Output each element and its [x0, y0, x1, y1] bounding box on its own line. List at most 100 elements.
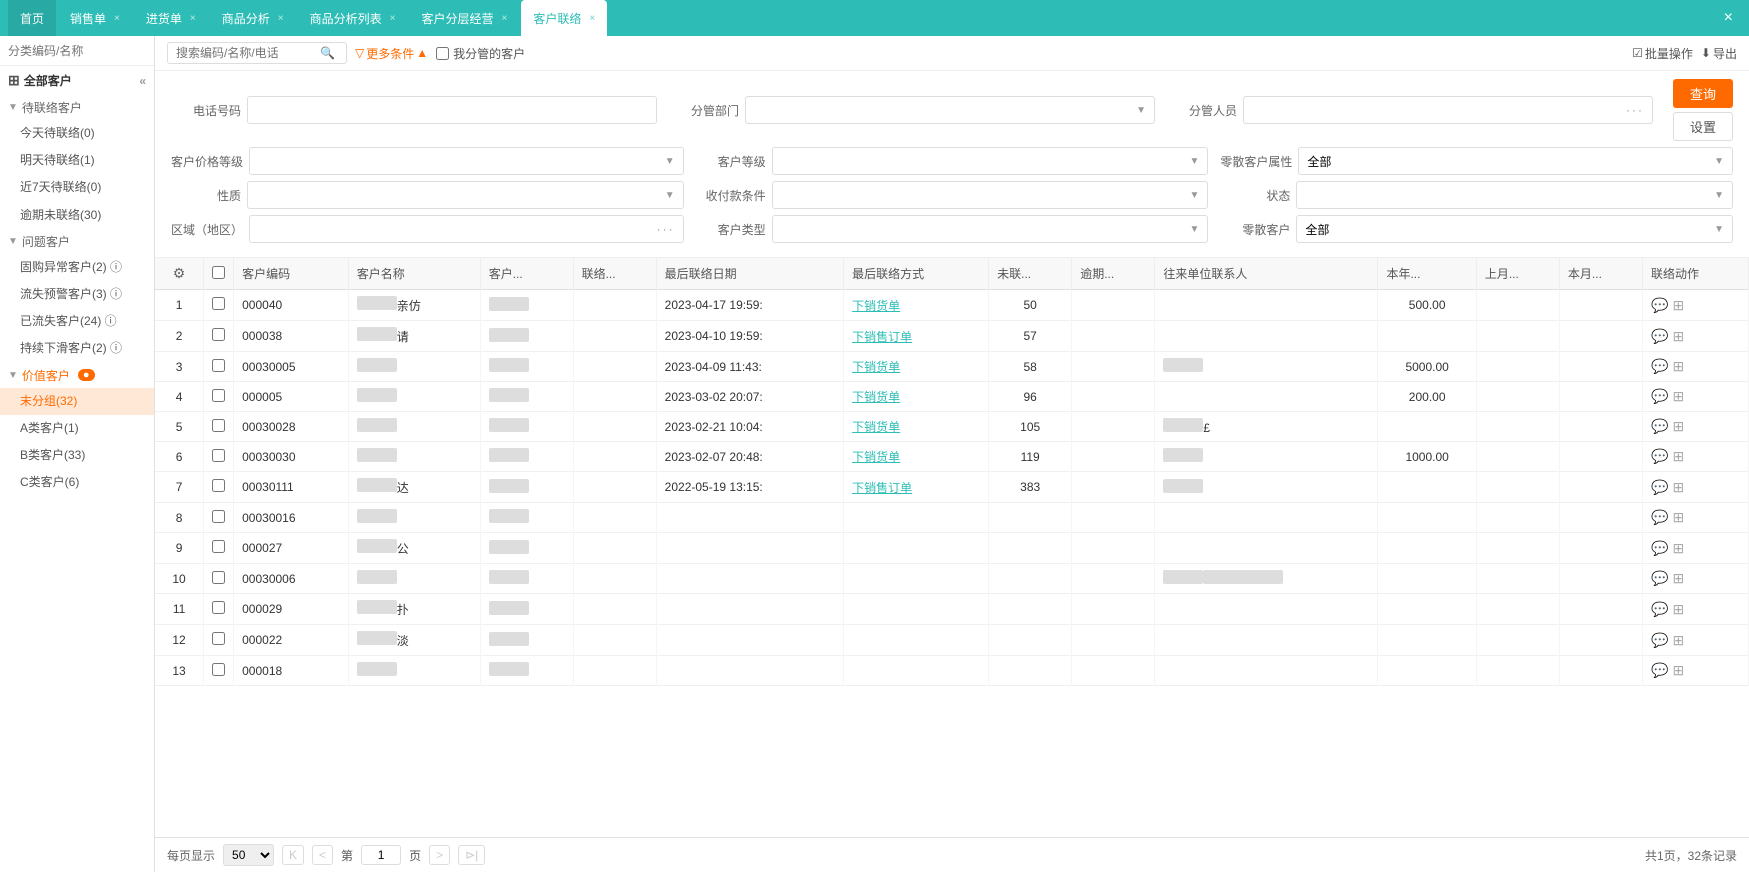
row-checkbox[interactable] — [212, 297, 225, 310]
value-tier-group[interactable]: ▼ 价值客户 ● — [0, 363, 154, 388]
grid-action-icon[interactable]: ⊞ — [1672, 540, 1684, 557]
row-checkbox[interactable] — [212, 510, 225, 523]
row-last-method[interactable]: 下销货单 — [844, 442, 989, 472]
row-last-method[interactable] — [844, 625, 989, 656]
next-page-btn[interactable]: > — [429, 845, 450, 865]
sidebar-search-box[interactable]: 🔍 — [0, 36, 154, 66]
chat-icon[interactable]: 💬 — [1651, 509, 1668, 526]
window-close-button[interactable]: × — [1716, 9, 1741, 27]
row-checkbox[interactable] — [212, 389, 225, 402]
chat-icon[interactable]: 💬 — [1651, 540, 1668, 557]
row-checkbox-cell[interactable] — [204, 564, 234, 594]
sidebar-item-overdue[interactable]: 逾期未联络(30) — [0, 202, 154, 229]
row-checkbox[interactable] — [212, 419, 225, 432]
contact-method-link[interactable]: 下销货单 — [852, 390, 900, 404]
sidebar-item-tier-b[interactable]: B类客户(33) — [0, 442, 154, 469]
row-checkbox-cell[interactable] — [204, 352, 234, 382]
row-checkbox-cell[interactable] — [204, 594, 234, 625]
row-checkbox-cell[interactable] — [204, 382, 234, 412]
grid-action-icon[interactable]: ⊞ — [1672, 297, 1684, 314]
nav-tab-purchase[interactable]: 进货单 × — [134, 0, 208, 36]
analysis-list-tab-close[interactable]: × — [390, 13, 396, 24]
contact-method-link[interactable]: 下销货单 — [852, 420, 900, 434]
row-last-method[interactable] — [844, 503, 989, 533]
sidebar-item-7days[interactable]: 近7天待联络(0) — [0, 174, 154, 201]
row-last-method[interactable] — [844, 564, 989, 594]
sidebar-item-declining[interactable]: 持续下滑客户(2) ⓘ — [0, 335, 154, 362]
nav-tab-customer-tier[interactable]: 客户分层经营 × — [409, 0, 519, 36]
row-checkbox[interactable] — [212, 540, 225, 553]
row-checkbox[interactable] — [212, 632, 225, 645]
sidebar-item-today[interactable]: 今天待联络(0) — [0, 120, 154, 147]
phone-input[interactable] — [247, 96, 657, 124]
sales-tab-close[interactable]: × — [114, 13, 120, 24]
first-page-btn[interactable]: K — [282, 845, 304, 865]
filter-search-input[interactable] — [176, 46, 316, 60]
grid-action-icon[interactable]: ⊞ — [1672, 632, 1684, 649]
pending-contact-group[interactable]: ▼ 待联络客户 — [0, 95, 154, 120]
export-btn[interactable]: ⬇ 导出 — [1701, 45, 1737, 62]
batch-ops-btn[interactable]: ☑ 批量操作 — [1632, 45, 1693, 62]
dept-input[interactable]: ▼ — [745, 96, 1155, 124]
nav-tab-analysis[interactable]: 商品分析 × — [210, 0, 296, 36]
sidebar-item-abnormal[interactable]: 固购异常客户(2) ⓘ — [0, 254, 154, 281]
row-checkbox[interactable] — [212, 571, 225, 584]
row-last-method[interactable] — [844, 656, 989, 686]
my-customers-checkbox-area[interactable]: 我分管的客户 — [436, 45, 525, 62]
grid-action-icon[interactable]: ⊞ — [1672, 328, 1684, 345]
chat-icon[interactable]: 💬 — [1651, 479, 1668, 496]
analysis-tab-close[interactable]: × — [278, 13, 284, 24]
chat-icon[interactable]: 💬 — [1651, 570, 1668, 587]
sidebar-item-tomorrow[interactable]: 明天待联络(1) — [0, 147, 154, 174]
row-checkbox-cell[interactable] — [204, 472, 234, 503]
row-last-method[interactable]: 下销货单 — [844, 290, 989, 321]
chat-icon[interactable]: 💬 — [1651, 448, 1668, 465]
contact-method-link[interactable]: 下销售订单 — [852, 481, 912, 495]
filter-search-box[interactable]: 🔍 — [167, 42, 347, 64]
reset-btn[interactable]: 设置 — [1673, 112, 1733, 141]
row-checkbox[interactable] — [212, 359, 225, 372]
row-checkbox[interactable] — [212, 449, 225, 462]
retail-customer-input[interactable]: 全部 ▼ — [1296, 215, 1733, 243]
more-conditions-btn[interactable]: ▽ 更多条件 ▲ — [355, 45, 428, 62]
chat-icon[interactable]: 💬 — [1651, 388, 1668, 405]
row-last-method[interactable]: 下销货单 — [844, 382, 989, 412]
chat-icon[interactable]: 💬 — [1651, 358, 1668, 375]
row-checkbox-cell[interactable] — [204, 656, 234, 686]
price-level-input[interactable]: ▼ — [249, 147, 684, 175]
gear-icon[interactable]: ⚙ — [173, 265, 186, 281]
grid-action-icon[interactable]: ⊞ — [1672, 448, 1684, 465]
payment-input[interactable]: ▼ — [772, 181, 1209, 209]
all-customers-header[interactable]: ⊞ 全部客户 « — [0, 66, 154, 95]
chat-icon[interactable]: 💬 — [1651, 662, 1668, 679]
sidebar-item-unclassified[interactable]: 末分组(32) — [0, 388, 154, 415]
grid-action-icon[interactable]: ⊞ — [1672, 358, 1684, 375]
page-number-input[interactable] — [361, 845, 401, 865]
grid-action-icon[interactable]: ⊞ — [1672, 570, 1684, 587]
row-checkbox-cell[interactable] — [204, 412, 234, 442]
problem-customers-group[interactable]: ▼ 问题客户 — [0, 229, 154, 254]
customer-contact-tab-close[interactable]: × — [589, 13, 595, 24]
row-checkbox-cell[interactable] — [204, 290, 234, 321]
grid-action-icon[interactable]: ⊞ — [1672, 418, 1684, 435]
region-input[interactable]: ··· — [249, 215, 684, 243]
contact-method-link[interactable]: 下销货单 — [852, 450, 900, 464]
grid-action-icon[interactable]: ⊞ — [1672, 509, 1684, 526]
contact-method-link[interactable]: 下销货单 — [852, 360, 900, 374]
nav-tab-analysis-list[interactable]: 商品分析列表 × — [298, 0, 408, 36]
row-checkbox-cell[interactable] — [204, 321, 234, 352]
sidebar-item-churned[interactable]: 已流失客户(24) ⓘ — [0, 308, 154, 335]
row-last-method[interactable]: 下销售订单 — [844, 472, 989, 503]
row-checkbox[interactable] — [212, 479, 225, 492]
staff-input[interactable]: ··· — [1243, 96, 1653, 124]
prev-page-btn[interactable]: < — [312, 845, 333, 865]
row-last-method[interactable]: 下销货单 — [844, 412, 989, 442]
chat-icon[interactable]: 💬 — [1651, 297, 1668, 314]
row-checkbox[interactable] — [212, 601, 225, 614]
row-checkbox-cell[interactable] — [204, 442, 234, 472]
status-input[interactable]: ▼ — [1296, 181, 1733, 209]
col-select-all[interactable] — [204, 258, 234, 290]
row-checkbox-cell[interactable] — [204, 625, 234, 656]
chat-icon[interactable]: 💬 — [1651, 328, 1668, 345]
row-checkbox-cell[interactable] — [204, 503, 234, 533]
